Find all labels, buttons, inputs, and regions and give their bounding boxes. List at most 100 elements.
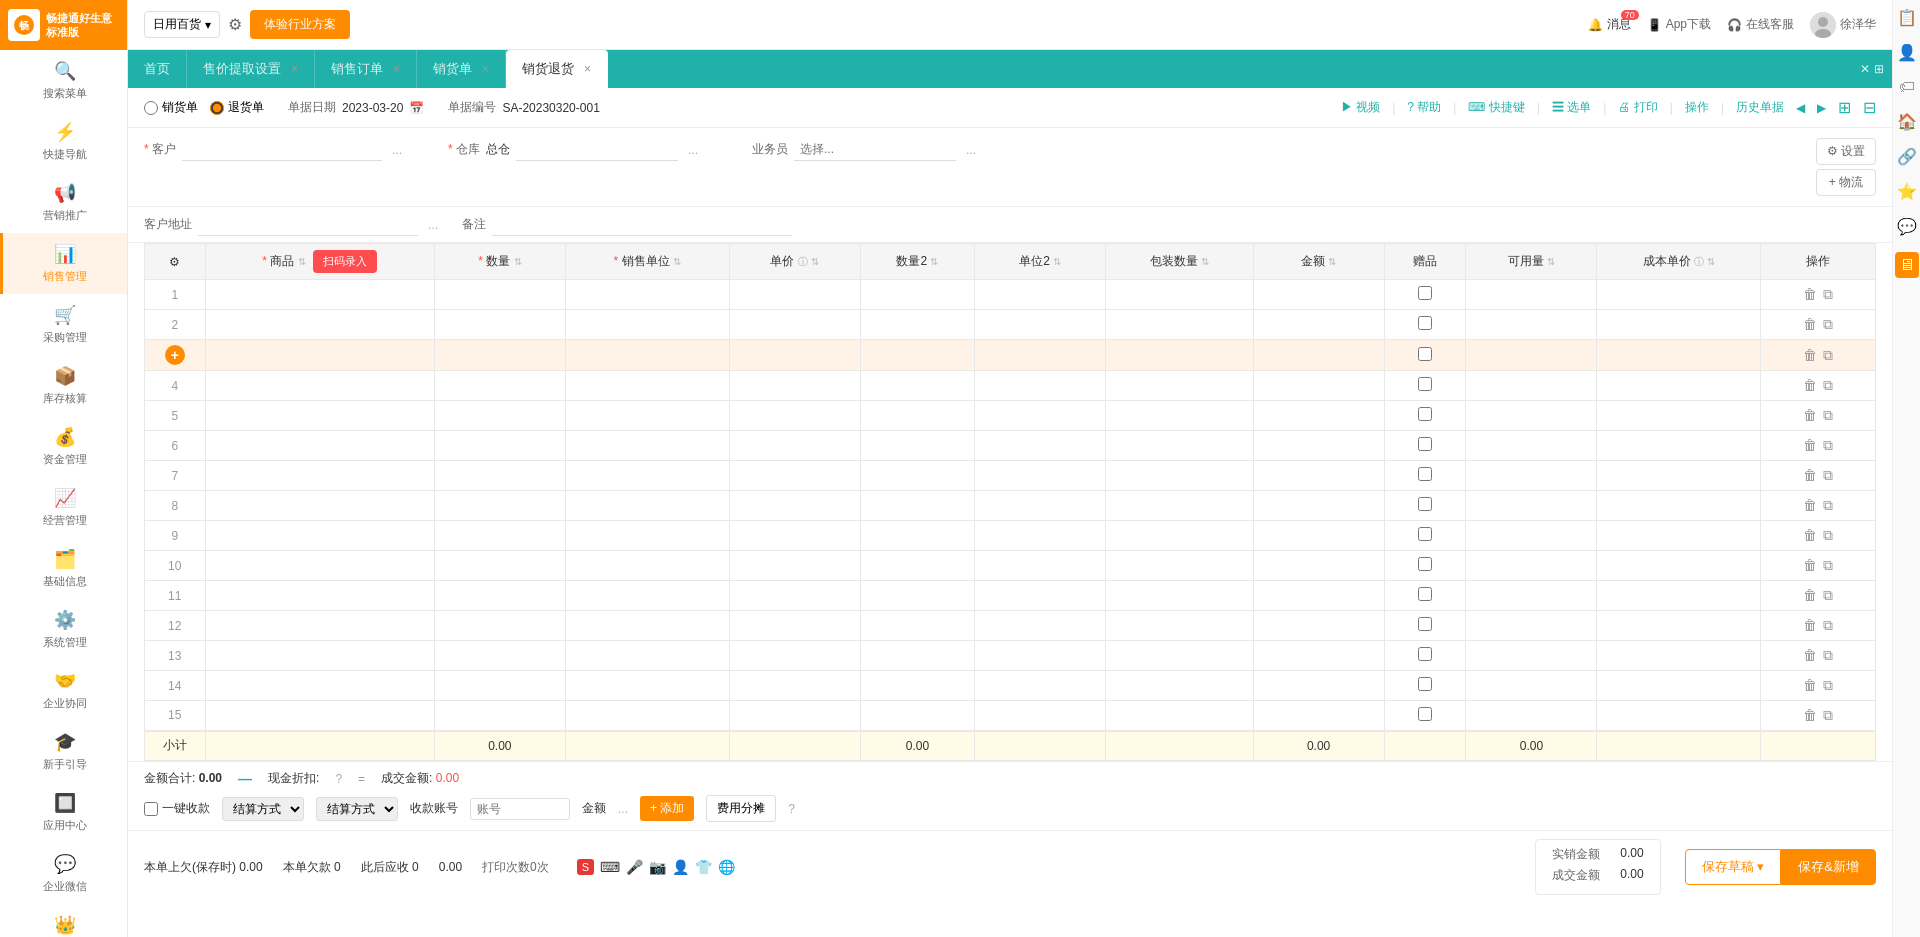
experience-btn[interactable]: 体验行业方案	[250, 10, 350, 39]
data-cell[interactable]	[1253, 461, 1384, 491]
avail-cell[interactable]	[1466, 581, 1597, 611]
settlement-method-select[interactable]: 结算方式	[222, 797, 304, 821]
data-cell[interactable]	[860, 461, 975, 491]
gift-checkbox[interactable]	[1418, 347, 1432, 361]
settings-btn[interactable]: ⚙ 设置	[1816, 138, 1876, 165]
avail-sort-icon[interactable]: ⇅	[1547, 256, 1555, 267]
gift-checkbox[interactable]	[1418, 557, 1432, 571]
data-cell[interactable]	[975, 641, 1106, 671]
table-gear-icon[interactable]: ⚙	[169, 255, 180, 269]
price-sort-icon[interactable]: ⇅	[811, 256, 819, 267]
qty2-sort-icon[interactable]: ⇅	[930, 256, 938, 267]
data-cell[interactable]	[434, 340, 565, 371]
sidebar-item-search[interactable]: 🔍 搜索菜单	[0, 50, 127, 111]
shortcut-action[interactable]: ⌨ 快捷键	[1468, 99, 1524, 116]
sidebar-item-purchase[interactable]: 🛒 采购管理	[0, 294, 127, 355]
copy-icon[interactable]: ⧉	[1823, 497, 1833, 513]
cost-price-cell[interactable]	[1597, 401, 1761, 431]
radio-sales-doc-input[interactable]	[144, 101, 158, 115]
data-cell[interactable]	[565, 521, 729, 551]
microphone-icon[interactable]: 🎤	[626, 859, 643, 875]
avail-cell[interactable]	[1466, 551, 1597, 581]
cost-price-cell[interactable]	[1597, 431, 1761, 461]
tab-sales-return-close[interactable]: ×	[584, 62, 591, 76]
data-cell[interactable]	[729, 371, 860, 401]
print-action[interactable]: 🖨 打印	[1618, 99, 1657, 116]
link-panel-icon[interactable]: 🔗	[1897, 147, 1917, 166]
help-action[interactable]: ? 帮助	[1407, 99, 1441, 116]
customer-input[interactable]	[182, 138, 382, 161]
cost-price-cell[interactable]	[1597, 340, 1761, 371]
data-cell[interactable]	[975, 340, 1106, 371]
data-cell[interactable]	[565, 461, 729, 491]
monitor-panel-icon[interactable]: 🖥	[1895, 252, 1919, 278]
avail-cell[interactable]	[1466, 340, 1597, 371]
qty-sort-icon[interactable]: ⇅	[514, 256, 522, 267]
cost-price-cell[interactable]	[1597, 521, 1761, 551]
data-cell[interactable]	[1253, 491, 1384, 521]
cost-price-cell[interactable]	[1597, 701, 1761, 731]
tag-panel-icon[interactable]: 🏷	[1899, 78, 1915, 96]
delete-icon[interactable]: 🗑	[1803, 617, 1817, 633]
radio-return-doc[interactable]: 退货单	[210, 99, 264, 116]
operation-action[interactable]: 操作	[1685, 99, 1709, 116]
sidebar-item-quick-nav[interactable]: ⚡ 快捷导航	[0, 111, 127, 172]
radio-sales-doc[interactable]: 销货单	[144, 99, 198, 116]
data-cell[interactable]	[434, 371, 565, 401]
sidebar-item-apps[interactable]: 🔲 应用中心	[0, 782, 127, 843]
address-input[interactable]	[198, 213, 418, 236]
data-cell[interactable]	[1106, 491, 1253, 521]
sales-unit-sort-icon[interactable]: ⇅	[673, 256, 681, 267]
data-cell[interactable]	[1106, 371, 1253, 401]
data-cell[interactable]	[860, 280, 975, 310]
data-cell[interactable]	[1106, 310, 1253, 340]
data-cell[interactable]	[729, 671, 860, 701]
data-cell[interactable]	[434, 310, 565, 340]
data-cell[interactable]	[565, 340, 729, 371]
data-cell[interactable]	[1253, 431, 1384, 461]
cost-price-cell[interactable]	[1597, 581, 1761, 611]
data-cell[interactable]	[434, 581, 565, 611]
data-cell[interactable]	[729, 581, 860, 611]
data-cell[interactable]	[565, 581, 729, 611]
data-cell[interactable]	[1106, 280, 1253, 310]
add-btn[interactable]: + 添加	[640, 796, 694, 821]
data-cell[interactable]	[860, 581, 975, 611]
avail-cell[interactable]	[1466, 461, 1597, 491]
data-cell[interactable]	[1253, 401, 1384, 431]
keyboard-icon[interactable]: ⌨	[600, 859, 620, 875]
data-cell[interactable]	[434, 401, 565, 431]
data-cell[interactable]	[729, 401, 860, 431]
data-cell[interactable]	[565, 641, 729, 671]
tab-home[interactable]: 首页	[128, 50, 187, 88]
data-cell[interactable]	[1106, 340, 1253, 371]
avail-cell[interactable]	[1466, 491, 1597, 521]
question-icon[interactable]: ?	[335, 772, 342, 786]
data-cell[interactable]	[860, 641, 975, 671]
data-cell[interactable]	[434, 551, 565, 581]
gift-checkbox[interactable]	[1418, 647, 1432, 661]
cost-price-cell[interactable]	[1597, 371, 1761, 401]
user-item[interactable]: 徐泽华	[1810, 12, 1876, 38]
cost-price-cell[interactable]	[1597, 641, 1761, 671]
data-cell[interactable]	[434, 521, 565, 551]
home-panel-icon[interactable]: 🏠	[1897, 112, 1917, 131]
gift-checkbox[interactable]	[1418, 527, 1432, 541]
unit2-sort-icon[interactable]: ⇅	[1053, 256, 1061, 267]
data-cell[interactable]	[1106, 671, 1253, 701]
data-cell[interactable]	[729, 641, 860, 671]
cost-price-cell[interactable]	[1597, 491, 1761, 521]
gift-checkbox[interactable]	[1418, 707, 1432, 721]
delete-icon[interactable]: 🗑	[1803, 647, 1817, 663]
minus-btn[interactable]: —	[238, 771, 252, 787]
data-cell[interactable]	[975, 310, 1106, 340]
data-cell[interactable]	[975, 491, 1106, 521]
copy-icon[interactable]: ⧉	[1823, 347, 1833, 363]
data-cell[interactable]	[1106, 641, 1253, 671]
data-cell[interactable]	[729, 701, 860, 731]
cost-price-cell[interactable]	[1597, 671, 1761, 701]
sidebar-item-inventory[interactable]: 📦 库存核算	[0, 355, 127, 416]
customer-dots[interactable]: ...	[392, 143, 402, 157]
copy-icon[interactable]: ⧉	[1823, 467, 1833, 483]
data-cell[interactable]	[1106, 551, 1253, 581]
